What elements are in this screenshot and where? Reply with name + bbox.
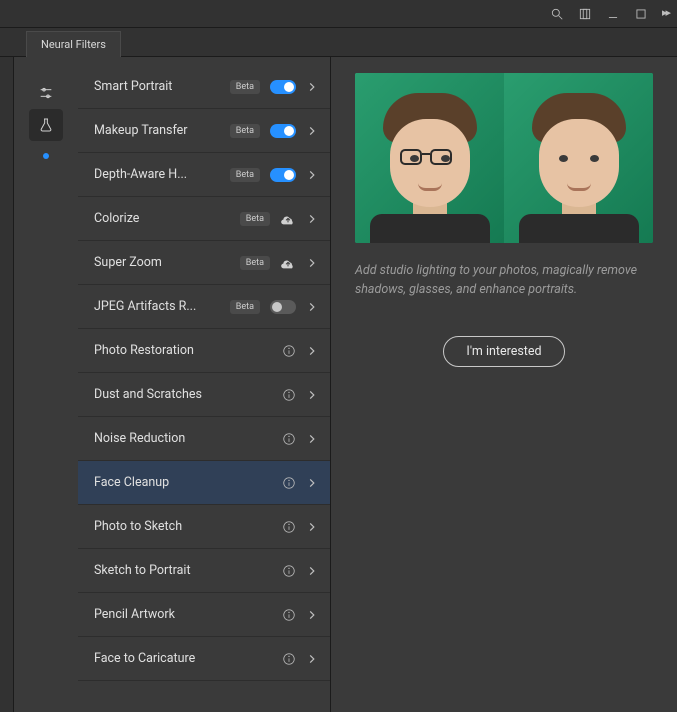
filter-row-colorize[interactable]: ColorizeBeta xyxy=(78,197,330,241)
filter-row-face-cleanup[interactable]: Face Cleanup xyxy=(78,461,330,505)
chevron-right-icon xyxy=(306,169,318,181)
interested-button[interactable]: I'm interested xyxy=(443,336,564,367)
beta-badge: Beta xyxy=(240,212,270,226)
filter-category-column xyxy=(14,57,78,712)
chevron-right-icon xyxy=(306,477,318,489)
filter-row-jpeg-artifacts-r[interactable]: JPEG Artifacts R...Beta xyxy=(78,285,330,329)
download-cloud-icon[interactable] xyxy=(280,256,296,270)
info-icon[interactable] xyxy=(282,388,296,402)
filter-label: Dust and Scratches xyxy=(94,387,282,402)
filter-label: Face to Caricature xyxy=(94,651,282,666)
filter-label: Photo Restoration xyxy=(94,343,282,358)
filter-row-smart-portrait[interactable]: Smart PortraitBeta xyxy=(78,65,330,109)
filter-row-face-to-caricature[interactable]: Face to Caricature xyxy=(78,637,330,681)
beta-badge: Beta xyxy=(230,300,260,314)
filter-toggle[interactable] xyxy=(270,300,296,314)
filter-row-pencil-artwork[interactable]: Pencil Artwork xyxy=(78,593,330,637)
beta-lab-icon[interactable] xyxy=(29,109,63,141)
filter-detail-panel: Add studio lighting to your photos, magi… xyxy=(331,57,677,712)
filter-label: Photo to Sketch xyxy=(94,519,282,534)
filter-label: Super Zoom xyxy=(94,255,240,270)
filter-list: Smart PortraitBetaMakeup TransferBetaDep… xyxy=(78,57,331,712)
beta-badge: Beta xyxy=(240,256,270,270)
chevron-right-icon xyxy=(306,257,318,269)
info-icon[interactable] xyxy=(282,344,296,358)
filter-row-photo-to-sketch[interactable]: Photo to Sketch xyxy=(78,505,330,549)
panel-tab-bar: Neural Filters xyxy=(0,28,677,56)
chevron-right-icon xyxy=(306,125,318,137)
chevron-right-icon xyxy=(306,565,318,577)
filter-label: Makeup Transfer xyxy=(94,123,230,138)
chevron-right-icon xyxy=(306,345,318,357)
filter-toggle[interactable] xyxy=(270,124,296,138)
filter-row-dust-and-scratches[interactable]: Dust and Scratches xyxy=(78,373,330,417)
window-controls-bar: ▸▸ xyxy=(0,0,677,28)
filter-label: Pencil Artwork xyxy=(94,607,282,622)
filter-row-depth-aware-h[interactable]: Depth-Aware H...Beta xyxy=(78,153,330,197)
filter-label: Colorize xyxy=(94,211,240,226)
filter-label: Depth-Aware H... xyxy=(94,167,230,182)
beta-badge: Beta xyxy=(230,124,260,138)
chevron-right-icon xyxy=(306,609,318,621)
filter-description: Add studio lighting to your photos, magi… xyxy=(355,261,653,300)
info-icon[interactable] xyxy=(282,432,296,446)
filter-row-noise-reduction[interactable]: Noise Reduction xyxy=(78,417,330,461)
download-cloud-icon[interactable] xyxy=(280,212,296,226)
filter-label: Noise Reduction xyxy=(94,431,282,446)
adjustments-icon[interactable] xyxy=(29,77,63,109)
filter-toggle[interactable] xyxy=(270,168,296,182)
chevron-right-icon xyxy=(306,653,318,665)
left-gutter xyxy=(0,57,14,712)
info-icon[interactable] xyxy=(282,476,296,490)
tab-neural-filters[interactable]: Neural Filters xyxy=(26,31,121,57)
collapse-icon[interactable]: ▸▸ xyxy=(662,6,669,19)
filter-label: Sketch to Portrait xyxy=(94,563,282,578)
workspace-icon[interactable] xyxy=(578,7,592,21)
chevron-right-icon xyxy=(306,433,318,445)
info-icon[interactable] xyxy=(282,652,296,666)
filter-row-photo-restoration[interactable]: Photo Restoration xyxy=(78,329,330,373)
update-indicator-dot xyxy=(43,153,49,159)
info-icon[interactable] xyxy=(282,608,296,622)
filter-row-sketch-to-portrait[interactable]: Sketch to Portrait xyxy=(78,549,330,593)
maximize-icon[interactable] xyxy=(634,7,648,21)
chevron-right-icon xyxy=(306,521,318,533)
preview-image xyxy=(355,73,653,243)
filter-row-super-zoom[interactable]: Super ZoomBeta xyxy=(78,241,330,285)
chevron-right-icon xyxy=(306,389,318,401)
info-icon[interactable] xyxy=(282,520,296,534)
minimize-icon[interactable] xyxy=(606,7,620,21)
beta-badge: Beta xyxy=(230,80,260,94)
beta-badge: Beta xyxy=(230,168,260,182)
chevron-right-icon xyxy=(306,81,318,93)
chevron-right-icon xyxy=(306,213,318,225)
search-icon[interactable] xyxy=(550,7,564,21)
info-icon[interactable] xyxy=(282,564,296,578)
filter-label: Smart Portrait xyxy=(94,79,230,94)
filter-label: Face Cleanup xyxy=(94,475,282,490)
filter-label: JPEG Artifacts R... xyxy=(94,299,230,314)
chevron-right-icon xyxy=(306,301,318,313)
filter-toggle[interactable] xyxy=(270,80,296,94)
filter-row-makeup-transfer[interactable]: Makeup TransferBeta xyxy=(78,109,330,153)
